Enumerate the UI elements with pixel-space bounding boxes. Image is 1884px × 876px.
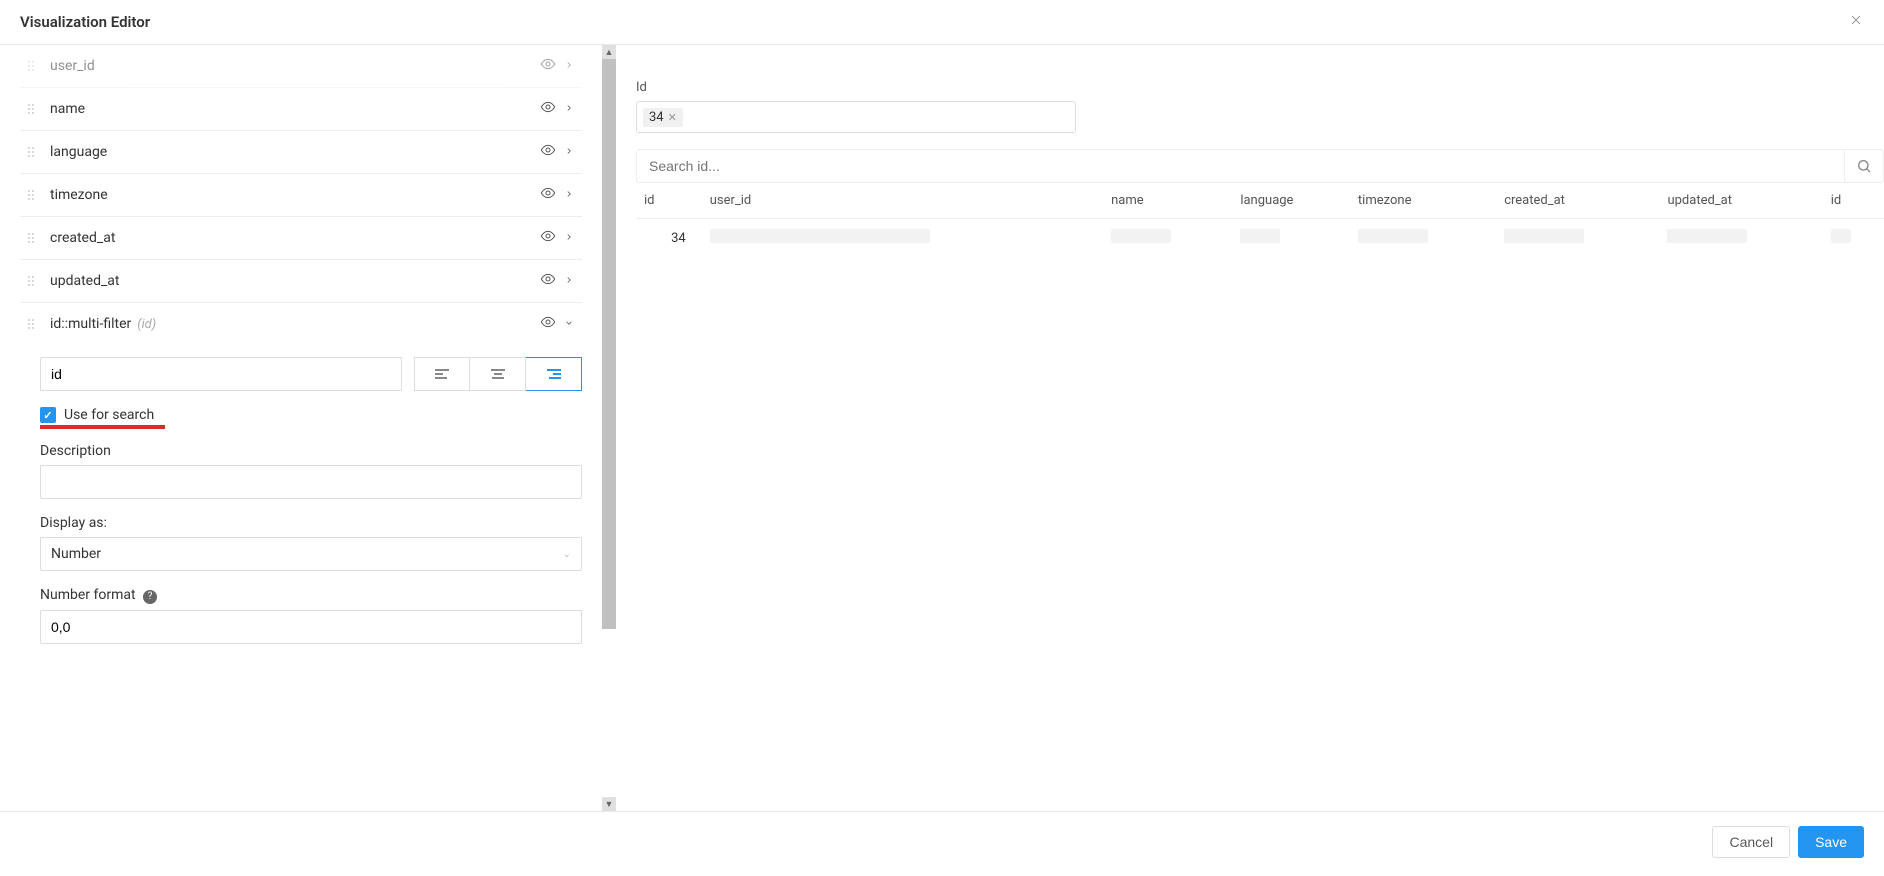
col-language[interactable]: language [1232,183,1350,219]
drag-handle-icon[interactable] [28,58,38,74]
align-left-button[interactable] [414,357,470,391]
col-timezone[interactable]: timezone [1350,183,1496,219]
display-as-label: Display as: [40,515,582,531]
eye-icon[interactable] [540,99,556,119]
filter-tag-input[interactable]: 34 ✕ [636,101,1076,133]
field-row-updated-at[interactable]: updated_at [20,260,582,303]
left-panel: user_id name language timezone created_a… [0,45,602,811]
cell-language [1232,219,1350,258]
field-label: timezone [50,187,540,203]
cell-timezone [1350,219,1496,258]
chevron-right-icon[interactable] [564,102,574,116]
field-name-input[interactable] [40,357,402,391]
use-for-search-label: Use for search [64,407,154,423]
field-label: user_id [50,58,540,74]
col-user-id[interactable]: user_id [702,183,1103,219]
cell-created-at [1496,219,1659,258]
cell-user-id [702,219,1103,258]
col-updated-at[interactable]: updated_at [1659,183,1822,219]
field-row-language[interactable]: language [20,131,582,174]
scrollbar-thumb[interactable] [602,59,616,629]
chevron-right-icon[interactable] [564,274,574,288]
eye-icon[interactable] [540,271,556,291]
close-icon[interactable] [1848,12,1864,32]
description-input[interactable] [40,465,582,499]
cell-updated-at [1659,219,1822,258]
table-header-row: id user_id name language timezone create… [636,183,1884,219]
field-row-user-id[interactable]: user_id [20,45,582,88]
eye-icon[interactable] [540,185,556,205]
align-group [414,357,582,391]
table-row[interactable]: 34 [636,219,1884,258]
eye-icon[interactable] [540,56,556,76]
footer: Cancel Save [0,811,1884,872]
drag-handle-icon[interactable] [28,316,38,332]
right-panel: Id 34 ✕ id user_id name language timezon… [616,45,1884,811]
eye-icon[interactable] [540,314,556,334]
col-created-at[interactable]: created_at [1496,183,1659,219]
scroll-down-icon[interactable]: ▼ [602,797,616,811]
search-button[interactable] [1844,149,1884,183]
field-label: name [50,101,540,117]
help-icon[interactable]: ? [143,590,157,604]
use-for-search-checkbox[interactable]: ✓ [40,407,56,423]
chevron-down-icon[interactable] [564,317,574,331]
scroll-up-icon[interactable]: ▲ [602,45,616,59]
display-as-select[interactable]: Number ⌄ [40,537,582,571]
field-row-timezone[interactable]: timezone [20,174,582,217]
remove-tag-icon[interactable]: ✕ [668,111,677,124]
field-row-name[interactable]: name [20,88,582,131]
chevron-right-icon[interactable] [564,231,574,245]
field-row-id-multi-filter[interactable]: id::multi-filter(id) [20,303,582,345]
drag-handle-icon[interactable] [28,101,38,117]
chevron-right-icon[interactable] [564,188,574,202]
search-icon [1856,158,1872,174]
filter-label: Id [636,80,1884,95]
cancel-button[interactable]: Cancel [1712,826,1790,858]
cell-id-2 [1823,219,1884,258]
col-id-2[interactable]: id [1823,183,1884,219]
eye-icon[interactable] [540,228,556,248]
filter-tag: 34 ✕ [643,108,683,127]
search-input[interactable] [636,149,1844,183]
save-button[interactable]: Save [1798,826,1864,858]
scrollbar[interactable]: ▲ ▼ [602,45,616,811]
field-label: updated_at [50,273,540,289]
display-as-value: Number [51,546,101,562]
drag-handle-icon[interactable] [28,187,38,203]
highlight-underline [40,425,165,429]
description-label: Description [40,443,582,459]
field-label: created_at [50,230,540,246]
number-format-label: Number format ? [40,587,582,604]
drag-handle-icon[interactable] [28,230,38,246]
results-table: id user_id name language timezone create… [636,183,1884,257]
chevron-right-icon[interactable] [564,59,574,73]
eye-icon[interactable] [540,142,556,162]
col-id[interactable]: id [636,183,702,219]
field-row-created-at[interactable]: created_at [20,217,582,260]
drag-handle-icon[interactable] [28,144,38,160]
expanded-field-section: ✓ Use for search Description Display as:… [20,345,582,672]
align-right-button[interactable] [526,357,582,391]
align-center-button[interactable] [470,357,526,391]
chevron-down-icon: ⌄ [563,549,571,560]
main: user_id name language timezone created_a… [0,45,1884,811]
field-label: language [50,144,540,160]
chevron-right-icon[interactable] [564,145,574,159]
checkmark-icon: ✓ [43,409,52,422]
field-label: id::multi-filter(id) [50,316,540,332]
page-title: Visualization Editor [20,13,150,31]
cell-name [1103,219,1232,258]
number-format-input[interactable] [40,610,582,644]
drag-handle-icon[interactable] [28,273,38,289]
header: Visualization Editor [0,0,1884,45]
use-for-search-row[interactable]: ✓ Use for search [40,407,582,423]
col-name[interactable]: name [1103,183,1232,219]
cell-id: 34 [636,219,702,258]
